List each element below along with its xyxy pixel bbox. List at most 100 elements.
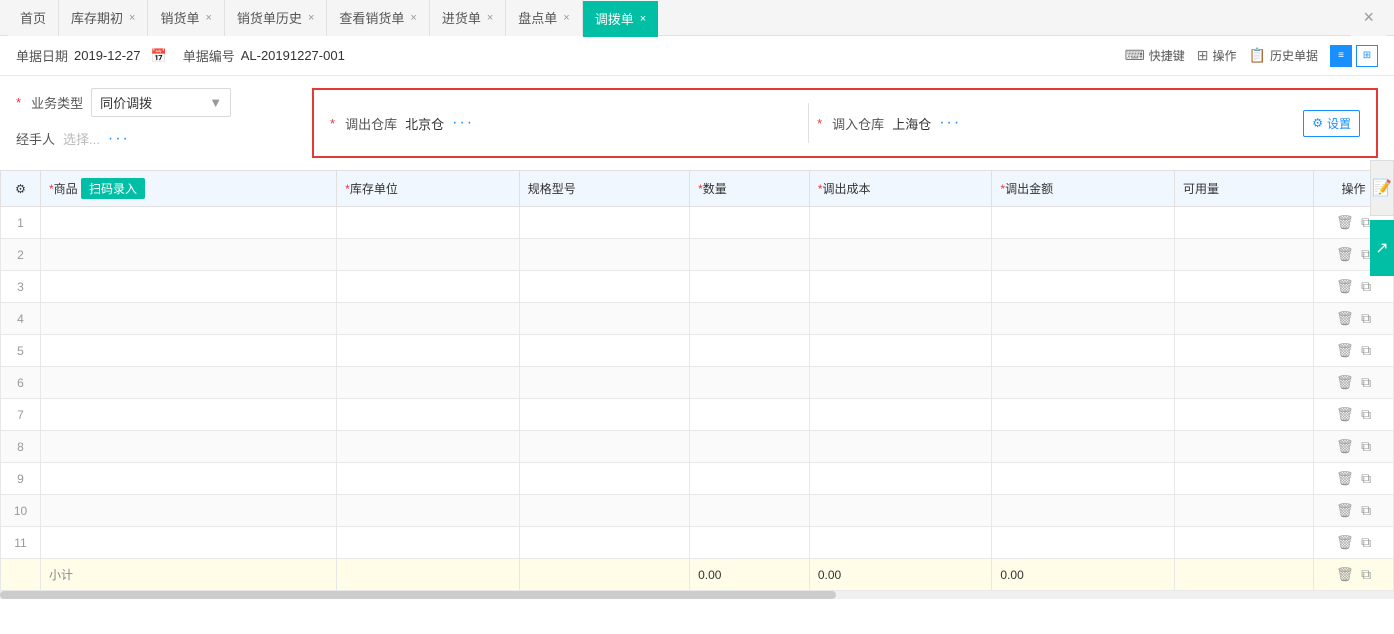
- delete-row-icon-2[interactable]: 🗑: [1336, 246, 1354, 262]
- tab-bar: 首页 库存期初 × 销货单 × 销货单历史 × 查看销货单 × 进货单 × 盘点…: [0, 0, 1394, 36]
- tab-transfer-order[interactable]: 调拨单 ×: [583, 1, 658, 37]
- operations-icon: ⊞: [1197, 47, 1209, 64]
- delete-row-icon-7[interactable]: 🗑: [1336, 406, 1354, 422]
- copy-row-icon-9[interactable]: ⧉: [1361, 470, 1371, 486]
- horizontal-scrollbar[interactable]: [0, 591, 1394, 599]
- table-row: 8 🗑 ⧉: [1, 431, 1394, 463]
- copy-row-icon-8[interactable]: ⧉: [1361, 438, 1371, 454]
- layout-icons: ≡ ⊞: [1330, 45, 1378, 67]
- person-select[interactable]: 选择...: [63, 129, 100, 148]
- business-type-label: 业务类型: [31, 93, 83, 112]
- in-warehouse-field: * 调入仓库 上海仓 ···: [817, 114, 1287, 133]
- layout-list-icon[interactable]: ≡: [1330, 45, 1352, 67]
- doc-num-label: 单据编号: [183, 46, 235, 65]
- in-warehouse-label: 调入仓库: [832, 114, 884, 133]
- sidebar-note-button[interactable]: 📝: [1370, 160, 1394, 216]
- col-cost: *调出成本: [809, 171, 992, 207]
- table-row: 1 🗑 ⧉: [1, 207, 1394, 239]
- out-warehouse-more-icon[interactable]: ···: [452, 114, 474, 132]
- in-warehouse-more-icon[interactable]: ···: [939, 114, 961, 132]
- delete-row-icon-11[interactable]: 🗑: [1336, 534, 1354, 550]
- table-row: 6 🗑 ⧉: [1, 367, 1394, 399]
- delete-row-icon-4[interactable]: 🗑: [1336, 310, 1354, 326]
- table-row: 11 🗑 ⧉: [1, 527, 1394, 559]
- delete-row-icon-3[interactable]: 🗑: [1336, 278, 1354, 294]
- tab-home[interactable]: 首页: [8, 0, 59, 36]
- quick-key-button[interactable]: ⌨ 快捷键: [1125, 47, 1185, 64]
- copy-row-icon-6[interactable]: ⧉: [1361, 374, 1371, 390]
- col-gear[interactable]: ⚙: [1, 171, 41, 207]
- required-star-business: *: [16, 95, 21, 110]
- subtotal-amount: 0.00: [992, 559, 1175, 591]
- out-warehouse-label: 调出仓库: [345, 114, 397, 133]
- business-type-select[interactable]: 同价调拨 ▼: [91, 88, 231, 117]
- tab-inventory-count[interactable]: 盘点单 ×: [506, 0, 582, 36]
- tab-sales-order[interactable]: 销货单 ×: [148, 0, 224, 36]
- in-warehouse-value: 上海仓: [892, 114, 931, 133]
- col-unit: *库存单位: [337, 171, 520, 207]
- delete-row-icon-8[interactable]: 🗑: [1336, 438, 1354, 454]
- tab-close-inventory-count[interactable]: ×: [563, 12, 569, 24]
- required-star-in: *: [817, 116, 822, 131]
- doc-num-value: AL-20191227-001: [241, 48, 345, 63]
- dropdown-arrow-icon: ▼: [209, 95, 222, 110]
- copy-row-icon-7[interactable]: ⧉: [1361, 406, 1371, 422]
- table-row: 7 🗑 ⧉: [1, 399, 1394, 431]
- copy-row-icon-11[interactable]: ⧉: [1361, 534, 1371, 550]
- copy-row-icon-10[interactable]: ⧉: [1361, 502, 1371, 518]
- table-row: 10 🗑 ⧉: [1, 495, 1394, 527]
- history-button[interactable]: 📋 历史单据: [1249, 47, 1318, 64]
- table-container: ⚙ *商品 扫码录入 *库存单位 规格型号 *数量 *调出成本 *调出金额 可用…: [0, 170, 1394, 599]
- person-label: 经手人: [16, 129, 55, 148]
- col-spec: 规格型号: [519, 171, 689, 207]
- layout-grid-icon[interactable]: ⊞: [1356, 45, 1378, 67]
- doc-num-field: 单据编号 AL-20191227-001: [183, 46, 345, 65]
- subtotal-row: 小计 0.00 0.00 0.00 🗑 ⧉: [1, 559, 1394, 591]
- operations-button[interactable]: ⊞ 操作: [1197, 47, 1237, 64]
- tab-inventory-init[interactable]: 库存期初 ×: [59, 0, 148, 36]
- tab-close-sales-history[interactable]: ×: [308, 12, 314, 24]
- tab-close-purchase-order[interactable]: ×: [487, 12, 493, 24]
- settings-button[interactable]: ⚙ 设置: [1303, 110, 1360, 137]
- table-row: 3 🗑 ⧉: [1, 271, 1394, 303]
- copy-subtotal-icon[interactable]: ⧉: [1361, 566, 1371, 582]
- copy-row-icon-3[interactable]: ⧉: [1361, 278, 1371, 294]
- delete-row-icon-10[interactable]: 🗑: [1336, 502, 1354, 518]
- copy-row-icon-4[interactable]: ⧉: [1361, 310, 1371, 326]
- delete-row-icon-5[interactable]: 🗑: [1336, 342, 1354, 358]
- tab-close-view-sales[interactable]: ×: [410, 12, 416, 24]
- right-sidebar: 📝 ↗: [1370, 160, 1394, 276]
- delete-row-icon-6[interactable]: 🗑: [1336, 374, 1354, 390]
- close-all-button[interactable]: ×: [1351, 0, 1386, 36]
- header-area: 单据日期 2019-12-27 📅 单据编号 AL-20191227-001 ⌨…: [0, 36, 1394, 76]
- delete-row-icon-1[interactable]: 🗑: [1336, 214, 1354, 230]
- history-icon: 📋: [1249, 47, 1266, 64]
- subtotal-qty: 0.00: [690, 559, 810, 591]
- scan-button[interactable]: 扫码录入: [81, 178, 145, 199]
- tab-close-inventory-init[interactable]: ×: [129, 12, 135, 24]
- calendar-icon[interactable]: 📅: [151, 48, 167, 64]
- table-row: 9 🗑 ⧉: [1, 463, 1394, 495]
- delete-row-icon-9[interactable]: 🗑: [1336, 470, 1354, 486]
- col-qty: *数量: [690, 171, 810, 207]
- header-right: ⌨ 快捷键 ⊞ 操作 📋 历史单据 ≡ ⊞: [1125, 45, 1378, 67]
- form-left: * 业务类型 同价调拨 ▼ 经手人 选择... ···: [16, 88, 296, 148]
- subtotal-cost: 0.00: [809, 559, 992, 591]
- out-warehouse-value: 北京仓: [405, 114, 444, 133]
- business-type-field: * 业务类型 同价调拨 ▼: [16, 88, 296, 117]
- required-star-out: *: [330, 116, 335, 131]
- tab-close-transfer-order[interactable]: ×: [640, 13, 646, 25]
- tab-close-sales-order[interactable]: ×: [205, 12, 211, 24]
- tab-purchase-order[interactable]: 进货单 ×: [430, 0, 506, 36]
- copy-row-icon-5[interactable]: ⧉: [1361, 342, 1371, 358]
- date-value: 2019-12-27: [74, 48, 141, 63]
- subtotal-label: 小计: [41, 559, 337, 591]
- tab-view-sales[interactable]: 查看销货单 ×: [327, 0, 429, 36]
- tab-sales-history[interactable]: 销货单历史 ×: [225, 0, 327, 36]
- date-label: 单据日期: [16, 46, 68, 65]
- col-product: *商品 扫码录入: [41, 171, 337, 207]
- person-more-icon[interactable]: ···: [108, 130, 130, 148]
- form-area: * 业务类型 同价调拨 ▼ 经手人 选择... ··· * 调出仓库 北京仓 ·…: [0, 76, 1394, 170]
- delete-subtotal-icon[interactable]: 🗑: [1336, 566, 1354, 582]
- sidebar-expand-button[interactable]: ↗: [1370, 220, 1394, 276]
